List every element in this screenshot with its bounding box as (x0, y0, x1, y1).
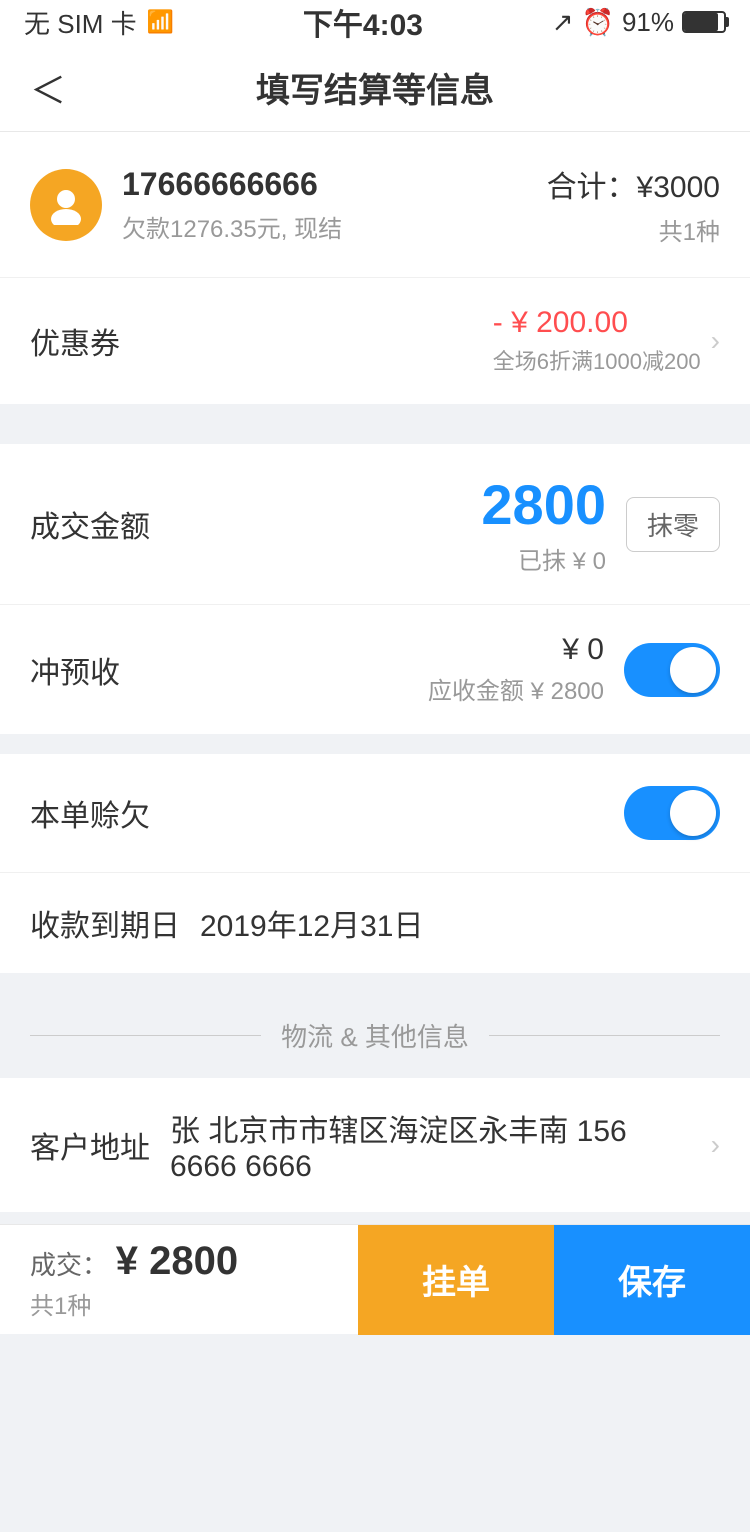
prepay-amount: ¥ 0 (428, 633, 604, 667)
bottom-deal-row: 成交： ¥ 2800 (30, 1239, 328, 1284)
section-divider-2 (0, 734, 750, 754)
total-amount: 合计：¥3000 (547, 162, 720, 206)
prepay-row: 冲预收 ¥ 0 应收金额 ¥ 2800 (0, 605, 750, 734)
address-right: 张 北京市市辖区海淀区永丰南 156 6666 6666 › (170, 1106, 720, 1184)
amount-right: 2800 已抹 ¥ 0 抹零 (481, 472, 720, 576)
debt-label: 本单赊欠 (30, 791, 150, 835)
duedate-label: 收款到期日 (30, 901, 180, 945)
debt-toggle-knob (670, 790, 716, 836)
status-time: 下午4:03 (303, 0, 423, 44)
coupon-right: - ¥ 200.00 全场6折满1000减200 › (493, 306, 720, 376)
location-icon: ↗ (552, 7, 574, 38)
duedate-value: 2019年12月31日 (200, 901, 423, 945)
user-info: 17666666666 欠款1276.35元, 现结 (122, 166, 342, 244)
address-value: 张 北京市市辖区海淀区永丰南 156 6666 6666 (170, 1106, 701, 1184)
wifi-icon: 📶 (147, 9, 174, 35)
address-row[interactable]: 客户地址 张 北京市市辖区海淀区永丰南 156 6666 6666 › (0, 1078, 750, 1212)
hold-order-button[interactable]: 挂单 (358, 1225, 554, 1335)
bottom-deal-label: 成交： (30, 1250, 108, 1280)
total-count: 共1种 (547, 212, 720, 247)
avatar-icon (46, 185, 86, 225)
logistics-text: 物流 & 其他信息 (261, 1017, 489, 1054)
nav-bar: ＜ 填写结算等信息 (0, 44, 750, 132)
debt-row: 本单赊欠 (0, 754, 750, 872)
chevron-right-icon: › (711, 325, 720, 357)
amount-label: 成交金额 (30, 502, 150, 546)
bottom-deal-info: 成交： ¥ 2800 共1种 (0, 1239, 358, 1321)
status-left: 无 SIM 卡 📶 (24, 4, 174, 41)
status-right: ↗ ⏰ 91% (552, 7, 726, 38)
divider-line-left (30, 1035, 261, 1036)
address-label: 客户地址 (30, 1123, 150, 1167)
duedate-row: 收款到期日 2019年12月31日 (0, 872, 750, 973)
coupon-label: 优惠券 (30, 319, 120, 363)
address-chevron-right-icon: › (711, 1129, 720, 1161)
back-button[interactable]: ＜ (30, 62, 66, 114)
debt-toggle[interactable] (624, 786, 720, 840)
toggle-knob (670, 647, 716, 693)
round-zero-button[interactable]: 抹零 (626, 497, 720, 552)
user-debt: 欠款1276.35元, 现结 (122, 209, 342, 244)
page-title: 填写结算等信息 (256, 63, 494, 112)
bottom-deal-count: 共1种 (30, 1286, 328, 1321)
prepay-amount-wrap: ¥ 0 应收金额 ¥ 2800 (428, 633, 604, 706)
alarm-icon: ⏰ (582, 7, 614, 38)
prepay-label: 冲预收 (30, 648, 120, 692)
battery-percent: 91% (622, 7, 674, 38)
save-button[interactable]: 保存 (554, 1225, 750, 1335)
avatar (30, 169, 102, 241)
coupon-discount: - ¥ 200.00 (493, 306, 701, 340)
section-divider-1 (0, 424, 750, 444)
user-phone: 17666666666 (122, 166, 342, 203)
status-bar: 无 SIM 卡 📶 下午4:03 ↗ ⏰ 91% (0, 0, 750, 44)
amount-section: 成交金额 2800 已抹 ¥ 0 抹零 冲预收 ¥ 0 应收金额 ¥ 2800 (0, 444, 750, 734)
bottom-bar: 成交： ¥ 2800 共1种 挂单 保存 (0, 1224, 750, 1334)
battery-icon (682, 11, 726, 33)
logistics-divider: 物流 & 其他信息 (0, 993, 750, 1078)
user-card: 17666666666 欠款1276.35元, 现结 合计：¥3000 共1种 (0, 132, 750, 277)
bottom-deal-amount: ¥ 2800 (116, 1239, 238, 1283)
user-left: 17666666666 欠款1276.35元, 现结 (30, 166, 342, 244)
amount-value: 2800 (481, 473, 606, 536)
amount-sub: 已抹 ¥ 0 (481, 541, 606, 576)
amount-row: 成交金额 2800 已抹 ¥ 0 抹零 (0, 444, 750, 605)
coupon-row[interactable]: 优惠券 - ¥ 200.00 全场6折满1000减200 › (0, 277, 750, 404)
no-sim-text: 无 SIM 卡 (24, 4, 137, 41)
user-right: 合计：¥3000 共1种 (547, 162, 720, 247)
prepay-toggle[interactable] (624, 643, 720, 697)
prepay-sub: 应收金额 ¥ 2800 (428, 671, 604, 706)
coupon-detail: 全场6折满1000减200 (493, 344, 701, 376)
divider-line-right (489, 1035, 720, 1036)
prepay-right: ¥ 0 应收金额 ¥ 2800 (428, 633, 720, 706)
